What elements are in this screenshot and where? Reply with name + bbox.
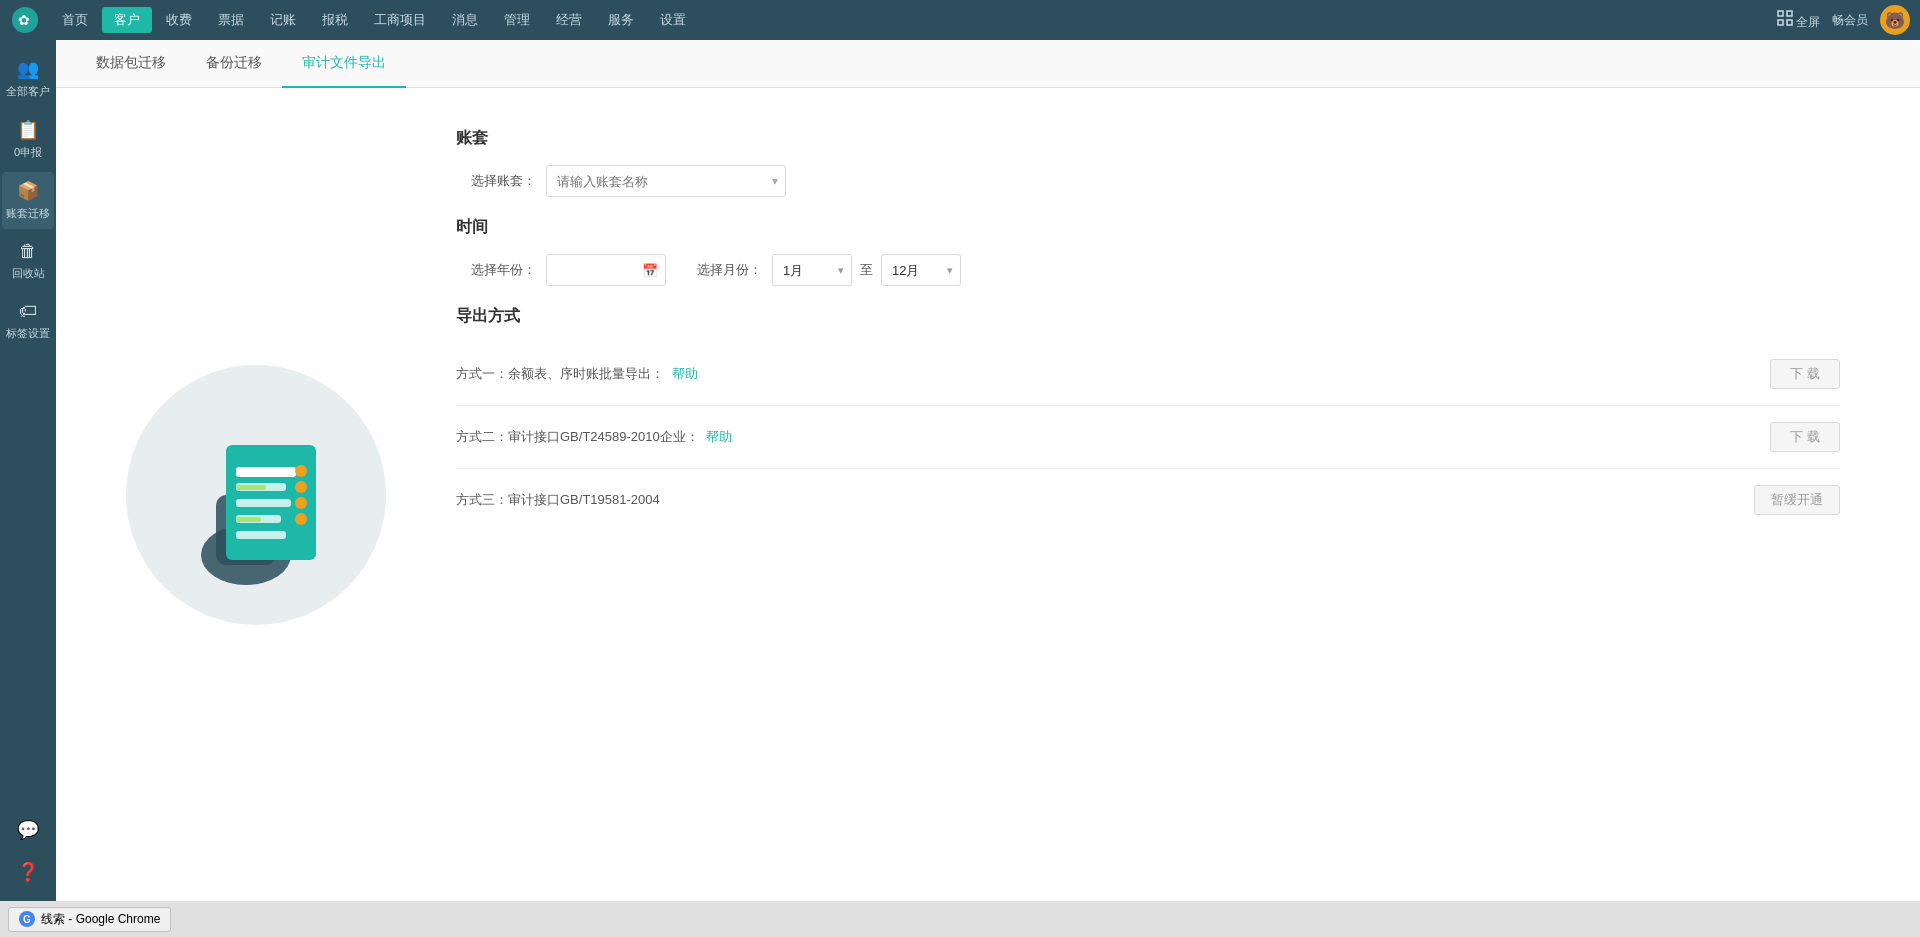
svg-rect-9 (236, 467, 296, 477)
export-section-title: 导出方式 (456, 306, 1840, 327)
month-from-select[interactable]: 1月 2月3月4月 5月6月7月 8月9月10月 11月12月 (772, 254, 852, 286)
app-logo: ✿ (10, 5, 40, 35)
sidebar-bottom: 💬 ❓ (2, 811, 54, 901)
method3-coming-soon-btn[interactable]: 暂缓开通 (1754, 485, 1840, 515)
svg-rect-5 (1787, 20, 1792, 25)
svg-rect-19 (236, 517, 261, 522)
sidebar-label-zero-declare: 0申报 (14, 145, 42, 160)
form-area: 账套 选择账套： ▾ 时间 选择年份： 2023 📅 选择月份 (416, 118, 1880, 871)
method2-download-btn[interactable]: 下 载 (1770, 422, 1840, 452)
svg-point-17 (295, 513, 307, 525)
membership-btn[interactable]: 畅会员 (1832, 12, 1868, 29)
sidebar: 👥 全部客户 📋 0申报 📦 账套迁移 🗑 回收站 🏷 标签设置 💬 ❓ (0, 40, 56, 901)
to-separator: 至 (860, 261, 873, 279)
method2-help-link[interactable]: 帮助 (706, 429, 732, 444)
account-row: 选择账套： ▾ (456, 165, 1840, 197)
tab-backup-migrate[interactable]: 备份迁移 (186, 40, 282, 88)
sidebar-label-all-customers: 全部客户 (6, 84, 50, 99)
sidebar-item-recycle[interactable]: 🗑 回收站 (2, 233, 54, 289)
account-section-title: 账套 (456, 128, 1840, 149)
svg-point-14 (295, 465, 307, 477)
sidebar-item-label-settings[interactable]: 🏷 标签设置 (2, 293, 54, 349)
account-input[interactable] (546, 165, 786, 197)
user-avatar[interactable]: 🐻 (1880, 5, 1910, 35)
svg-rect-18 (236, 485, 266, 490)
label-icon: 🏷 (19, 301, 37, 322)
method1-help-link[interactable]: 帮助 (672, 366, 698, 381)
nav-accounting[interactable]: 记账 (258, 7, 308, 33)
svg-point-15 (295, 481, 307, 493)
svg-rect-13 (236, 531, 286, 539)
nav-customer[interactable]: 客户 (102, 7, 152, 33)
main-layout: 👥 全部客户 📋 0申报 📦 账套迁移 🗑 回收站 🏷 标签设置 💬 ❓ (0, 40, 1920, 901)
svg-rect-3 (1787, 11, 1792, 16)
tab-data-package[interactable]: 数据包迁移 (76, 40, 186, 88)
nav-settings[interactable]: 设置 (648, 7, 698, 33)
sidebar-item-chat[interactable]: 💬 (2, 811, 54, 849)
month-from-wrapper: 1月 2月3月4月 5月6月7月 8月9月10月 11月12月 (772, 254, 852, 286)
time-row: 选择年份： 2023 📅 选择月份： 1月 2月3月4月 5月6月7月 8月9月… (456, 254, 1840, 286)
nav-message[interactable]: 消息 (440, 7, 490, 33)
sidebar-item-help[interactable]: ❓ (2, 853, 54, 891)
method1-download-btn[interactable]: 下 载 (1770, 359, 1840, 389)
fullscreen-label: 全屏 (1796, 15, 1820, 29)
nav-manage[interactable]: 管理 (492, 7, 542, 33)
tab-audit-export[interactable]: 审计文件导出 (282, 40, 406, 88)
nav-business[interactable]: 工商项目 (362, 7, 438, 33)
calendar-icon: 📅 (642, 263, 658, 278)
sidebar-item-account-migrate[interactable]: 📦 账套迁移 (2, 172, 54, 229)
nav-tax[interactable]: 报税 (310, 7, 360, 33)
nav-home[interactable]: 首页 (50, 7, 100, 33)
time-section-title: 时间 (456, 217, 1840, 238)
account-input-wrapper: ▾ (546, 165, 786, 197)
top-nav-items: 首页 客户 收费 票据 记账 报税 工商项目 消息 管理 经营 服务 设置 (50, 7, 1777, 33)
nav-operation[interactable]: 经营 (544, 7, 594, 33)
sidebar-label-account-migrate: 账套迁移 (6, 206, 50, 221)
svg-text:✿: ✿ (18, 12, 30, 28)
method2-text: 方式二：审计接口GB/T24589-2010企业： 帮助 (456, 428, 732, 446)
tabs-bar: 数据包迁移 备份迁移 审计文件导出 (56, 40, 1920, 88)
method3-text: 方式三：审计接口GB/T19581-2004 (456, 491, 660, 509)
svg-rect-11 (236, 499, 291, 507)
account-label: 选择账套： (456, 172, 536, 190)
nav-service[interactable]: 服务 (596, 7, 646, 33)
taskbar: G 线索 - Google Chrome (0, 901, 1920, 937)
content-area: 数据包迁移 备份迁移 审计文件导出 (56, 40, 1920, 901)
top-nav: ✿ 首页 客户 收费 票据 记账 报税 工商项目 消息 管理 经营 服务 设置 … (0, 0, 1920, 40)
sidebar-label-recycle: 回收站 (12, 266, 45, 281)
fullscreen-btn[interactable]: 全屏 (1777, 10, 1820, 31)
method1-text: 方式一：余额表、序时账批量导出： 帮助 (456, 365, 698, 383)
month-label: 选择月份： (682, 261, 762, 279)
sidebar-item-all-customers[interactable]: 👥 全部客户 (2, 50, 54, 107)
export-method-3: 方式三：审计接口GB/T19581-2004 暂缓开通 (456, 469, 1840, 531)
svg-rect-4 (1778, 20, 1783, 25)
recycle-icon: 🗑 (19, 241, 37, 262)
nav-billing[interactable]: 收费 (154, 7, 204, 33)
declare-icon: 📋 (17, 119, 39, 141)
taskbar-item-label: 线索 - Google Chrome (41, 911, 160, 928)
sidebar-label-label-settings: 标签设置 (6, 326, 50, 341)
customers-icon: 👥 (17, 58, 39, 80)
month-to-wrapper: 1月2月3月4月 5月6月7月 8月9月10月 11月12月 (881, 254, 961, 286)
nav-invoice[interactable]: 票据 (206, 7, 256, 33)
help-icon: ❓ (17, 861, 39, 883)
page-content: 账套 选择账套： ▾ 时间 选择年份： 2023 📅 选择月份 (56, 88, 1920, 901)
top-nav-right: 全屏 畅会员 🐻 (1777, 5, 1910, 35)
membership-label: 畅会员 (1832, 13, 1868, 27)
year-input-wrapper: 2023 📅 (546, 254, 666, 286)
svg-rect-2 (1778, 11, 1783, 16)
migrate-icon: 📦 (17, 180, 39, 202)
month-to-select[interactable]: 1月2月3月4月 5月6月7月 8月9月10月 11月12月 (881, 254, 961, 286)
chat-icon: 💬 (17, 819, 39, 841)
taskbar-chrome-item[interactable]: G 线索 - Google Chrome (8, 907, 171, 932)
year-label: 选择年份： (456, 261, 536, 279)
export-method-2: 方式二：审计接口GB/T24589-2010企业： 帮助 下 载 (456, 406, 1840, 469)
illustration-area (96, 118, 416, 871)
chrome-icon: G (19, 911, 35, 927)
sidebar-item-zero-declare[interactable]: 📋 0申报 (2, 111, 54, 168)
svg-point-16 (295, 497, 307, 509)
illustration-circle (126, 365, 386, 625)
export-method-1: 方式一：余额表、序时账批量导出： 帮助 下 载 (456, 343, 1840, 406)
